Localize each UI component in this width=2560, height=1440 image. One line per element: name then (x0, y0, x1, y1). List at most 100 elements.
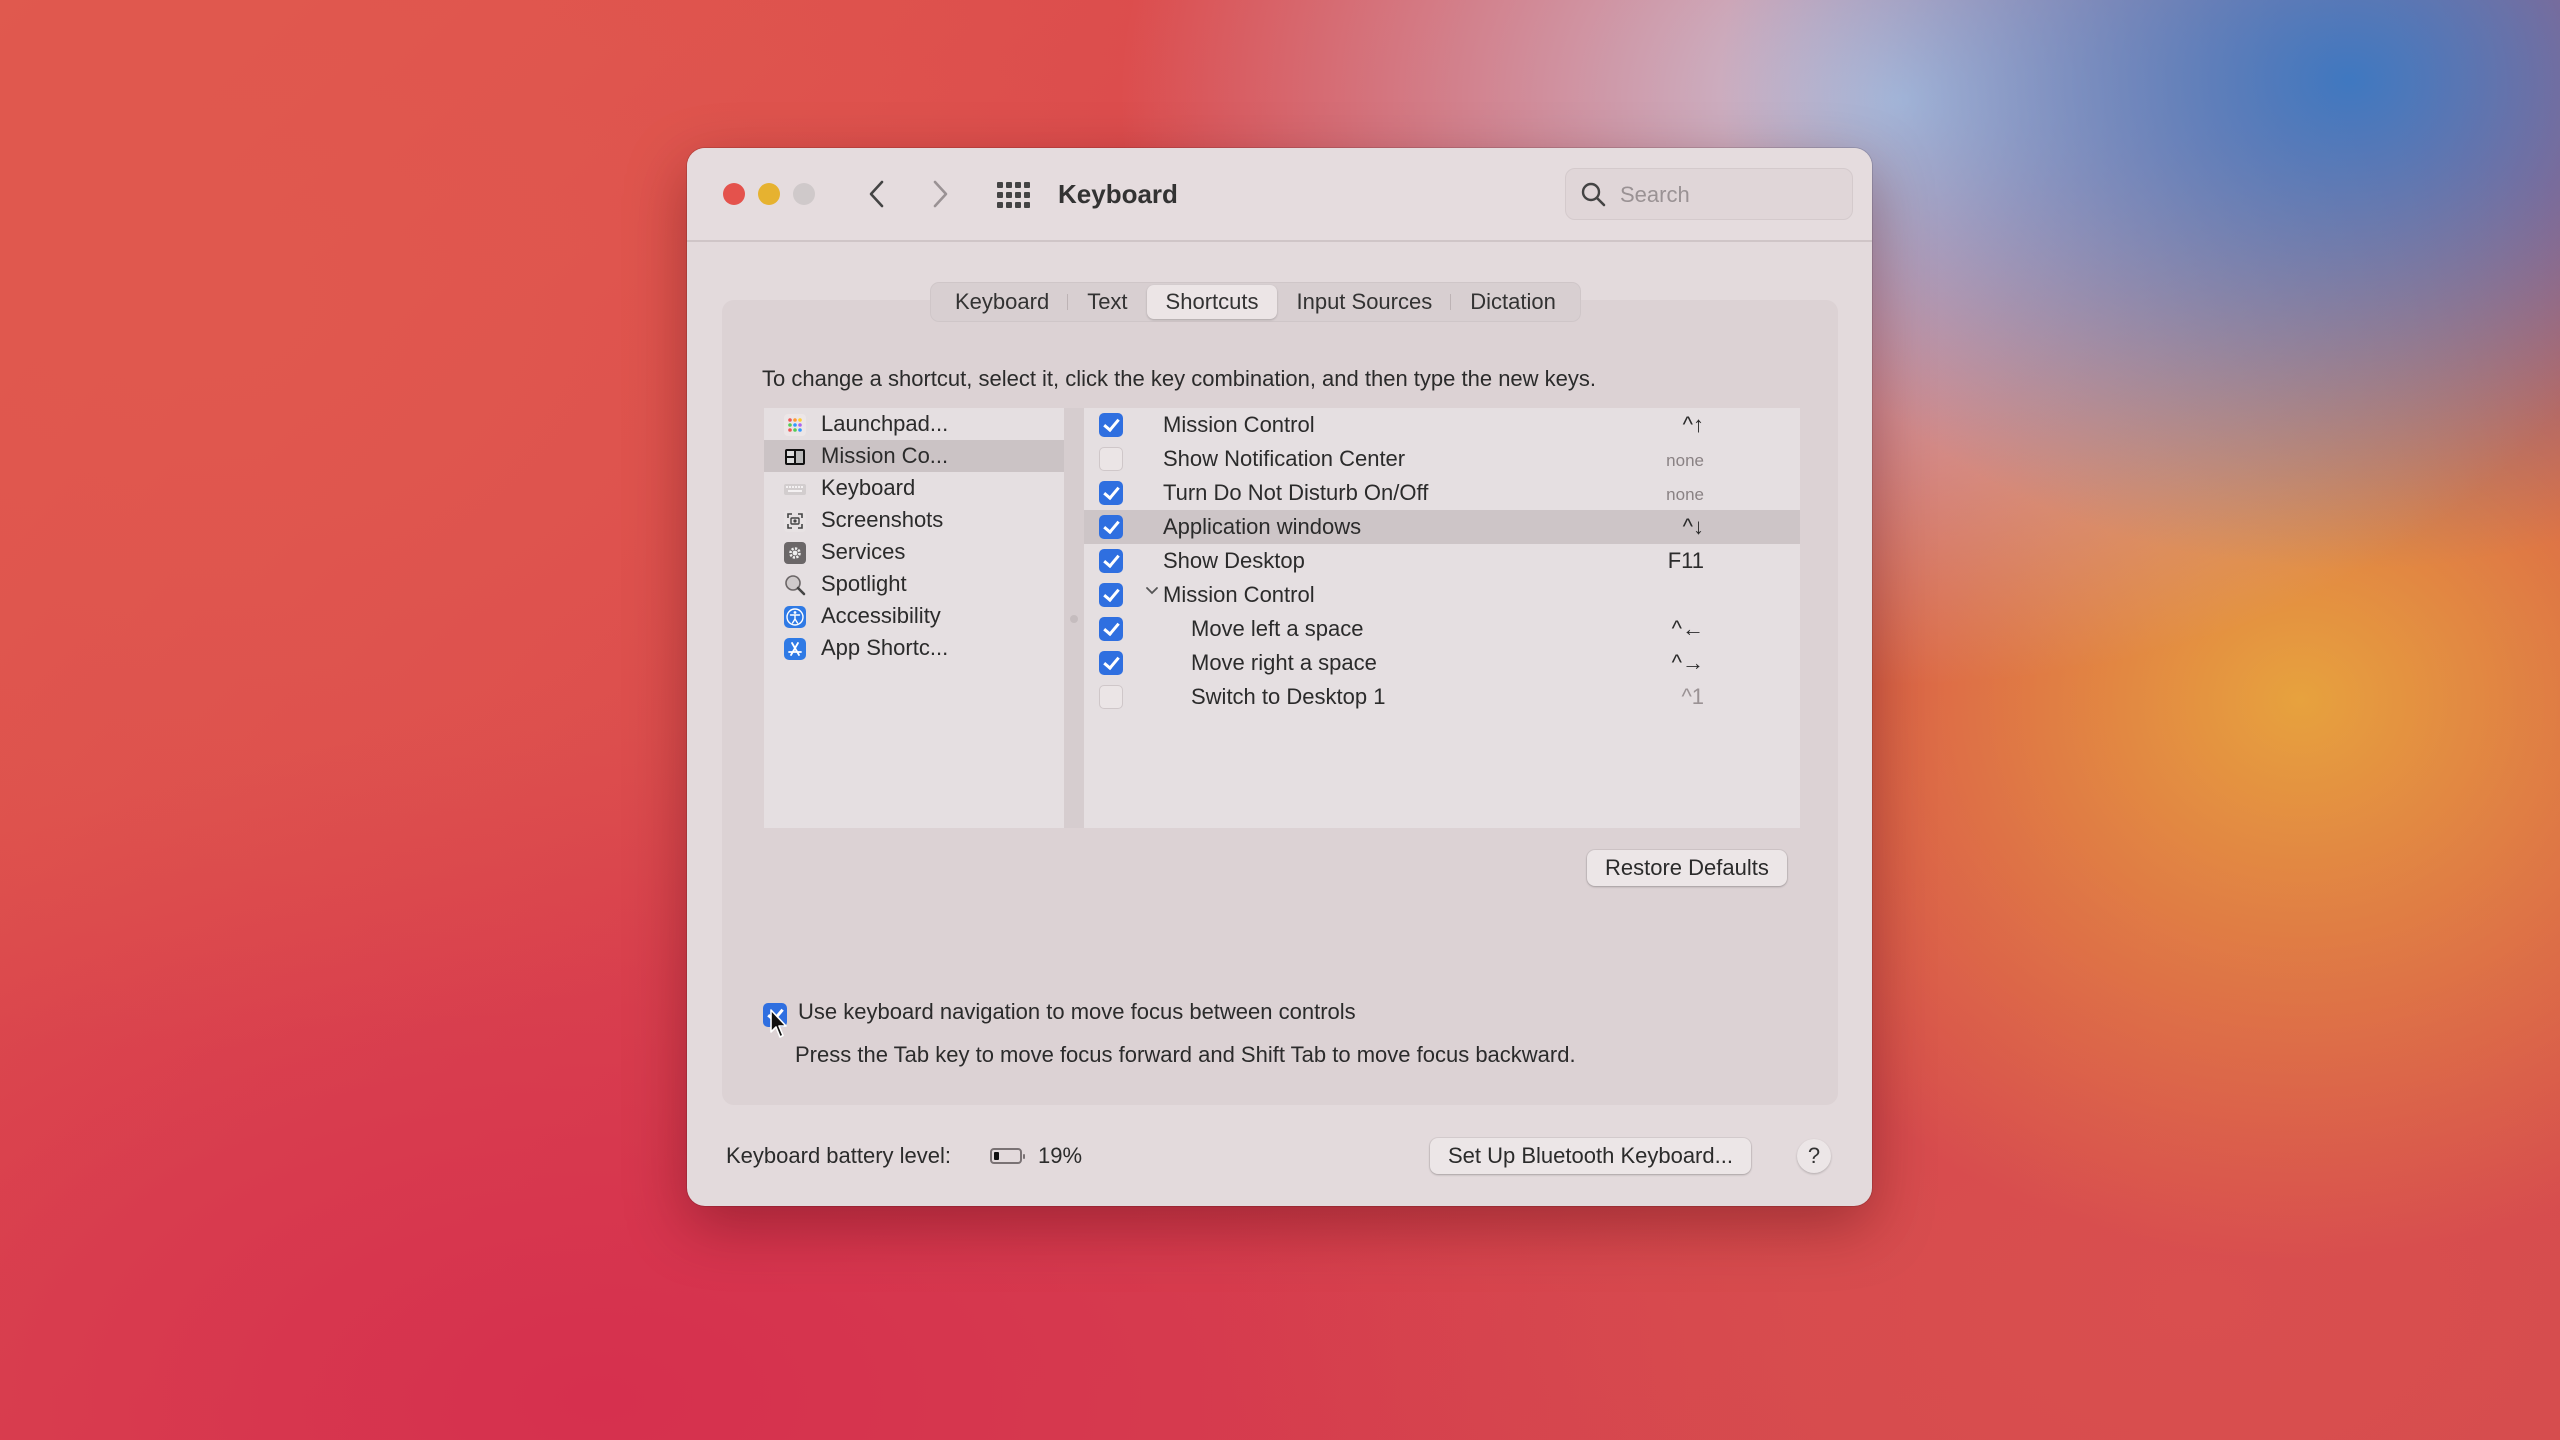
shortcut-checkbox[interactable] (1099, 515, 1123, 539)
grid-dot (1015, 192, 1021, 198)
category-label: Keyboard (821, 475, 916, 500)
shortcut-name: Mission Control (1163, 412, 1315, 437)
keyboard-navigation-help-text: Press the Tab key to move focus forward … (795, 1042, 1576, 1067)
category-item[interactable]: Services (764, 536, 1064, 568)
setup-bluetooth-keyboard-button[interactable]: Set Up Bluetooth Keyboard... (1430, 1138, 1751, 1174)
shortcut-checkbox[interactable] (1099, 651, 1123, 675)
shortcut-category-list[interactable]: Launchpad... Mission Co... Keyboard Screens… (764, 408, 1064, 828)
search-input[interactable] (1618, 177, 1842, 213)
category-label: Spotlight (821, 571, 907, 596)
category-label: Launchpad... (821, 411, 949, 436)
battery-percent: 19% (1038, 1143, 1083, 1168)
category-label: App Shortc... (821, 635, 949, 660)
grid-dot (1024, 202, 1030, 208)
grid-dot (1006, 202, 1012, 208)
shortcut-row[interactable]: Move right a space ^→ (1084, 646, 1800, 680)
shortcut-name: Switch to Desktop 1 (1191, 684, 1386, 709)
tab-bar: Keyboard Text Shortcuts Input Sources Di… (930, 282, 1581, 322)
category-item[interactable]: Launchpad... (764, 408, 1064, 440)
category-item[interactable]: Screenshots (764, 504, 1064, 536)
grid-dot (1006, 182, 1012, 188)
tab-shortcuts[interactable]: Shortcuts (1146, 285, 1278, 319)
shortcut-checkbox[interactable] (1099, 413, 1123, 437)
help-button[interactable]: ? (1797, 1139, 1831, 1173)
shortcut-name: Show Desktop (1163, 548, 1305, 573)
category-item[interactable]: Spotlight (764, 568, 1064, 600)
chevron-left-icon (869, 180, 884, 208)
shortcut-row[interactable]: Mission Control ^↑ (1084, 408, 1800, 442)
shortcut-key-combination[interactable]: ^1 (1681, 682, 1704, 712)
search-field[interactable] (1565, 168, 1853, 220)
grid-dot (1024, 192, 1030, 198)
shortcut-row[interactable]: Move left a space ^← (1084, 612, 1800, 646)
shortcut-key-combination[interactable]: ^↓ (1683, 512, 1704, 542)
keyboard-icon (784, 478, 806, 500)
shortcut-row[interactable]: Show Desktop F11 (1084, 544, 1800, 578)
shortcut-key-combination[interactable]: none (1666, 480, 1704, 510)
title-bar: Keyboard (687, 148, 1872, 242)
battery-icon (990, 1148, 1025, 1164)
category-label: Mission Co... (821, 443, 949, 468)
mouse-cursor-icon (770, 1009, 787, 1038)
category-item[interactable]: Mission Co... (764, 440, 1064, 472)
tab-dictation[interactable]: Dictation (1451, 285, 1575, 319)
forward-button[interactable] (920, 174, 960, 214)
shortcut-group-row[interactable]: Mission Control (1084, 578, 1800, 612)
zoom-button[interactable] (793, 183, 815, 205)
search-icon (1581, 182, 1606, 207)
category-item[interactable]: Keyboard (764, 472, 1064, 504)
close-button[interactable] (723, 183, 745, 205)
category-item[interactable]: Accessibility (764, 600, 1064, 632)
tab-input-sources[interactable]: Input Sources (1277, 285, 1451, 319)
grid-dot (1015, 202, 1021, 208)
shortcut-checkbox[interactable] (1099, 549, 1123, 573)
shortcut-key-combination[interactable]: none (1666, 446, 1704, 476)
shortcut-list[interactable]: Mission Control ^↑ Show Notification Cente… (1084, 408, 1800, 828)
magnifier-icon (784, 574, 806, 596)
shortcut-name: Mission Control (1163, 582, 1315, 607)
shortcut-key-combination[interactable]: ^← (1672, 614, 1704, 644)
keyboard-navigation-label[interactable]: Use keyboard navigation to move focus be… (798, 999, 1356, 1025)
instruction-text: To change a shortcut, select it, click t… (762, 366, 1597, 391)
back-button[interactable] (857, 174, 897, 214)
shortcut-checkbox[interactable] (1099, 447, 1123, 471)
show-all-grid-icon[interactable] (997, 180, 1031, 208)
category-label: Services (821, 539, 906, 564)
shortcut-checkbox[interactable] (1099, 617, 1123, 641)
minimize-button[interactable] (758, 183, 780, 205)
shortcut-name: Turn Do Not Disturb On/Off (1163, 480, 1429, 505)
battery-level-label: Keyboard battery level: (726, 1143, 952, 1168)
category-label: Accessibility (821, 603, 941, 628)
shortcut-checkbox[interactable] (1099, 583, 1123, 607)
shortcut-row[interactable]: Application windows ^↓ (1084, 510, 1800, 544)
shortcut-name: Move right a space (1191, 650, 1377, 675)
shortcut-row[interactable]: Show Notification Center none (1084, 442, 1800, 476)
shortcut-checkbox[interactable] (1099, 685, 1123, 709)
grid-dot (997, 182, 1003, 188)
shortcut-key-combination[interactable]: F11 (1668, 546, 1704, 576)
list-splitter[interactable] (1064, 408, 1084, 828)
mission-control-icon (784, 446, 806, 468)
grid-dot (1006, 192, 1012, 198)
restore-defaults-button[interactable]: Restore Defaults (1587, 850, 1787, 886)
chevron-right-icon (933, 180, 948, 208)
splitter-handle[interactable] (1070, 615, 1078, 623)
tab-text[interactable]: Text (1068, 285, 1146, 319)
shortcut-name: Show Notification Center (1163, 446, 1406, 471)
disclosure-chevron-icon[interactable] (1144, 583, 1160, 604)
grid-dot (1015, 182, 1021, 188)
shortcut-row[interactable]: Switch to Desktop 1 ^1 (1084, 680, 1800, 714)
app-store-icon (784, 638, 806, 660)
launchpad-icon (784, 414, 806, 436)
shortcut-key-combination[interactable]: ^↑ (1683, 410, 1704, 440)
category-item[interactable]: App Shortc... (764, 632, 1064, 664)
shortcut-checkbox[interactable] (1099, 481, 1123, 505)
category-label: Screenshots (821, 507, 944, 532)
shortcut-row[interactable]: Turn Do Not Disturb On/Off none (1084, 476, 1800, 510)
tab-keyboard[interactable]: Keyboard (936, 285, 1069, 319)
shortcut-key-combination[interactable]: ^→ (1672, 648, 1704, 678)
shortcut-name: Application windows (1163, 514, 1362, 539)
grid-dot (1024, 182, 1030, 188)
window-title: Keyboard (1058, 179, 1178, 209)
screenshot-icon (784, 510, 806, 532)
